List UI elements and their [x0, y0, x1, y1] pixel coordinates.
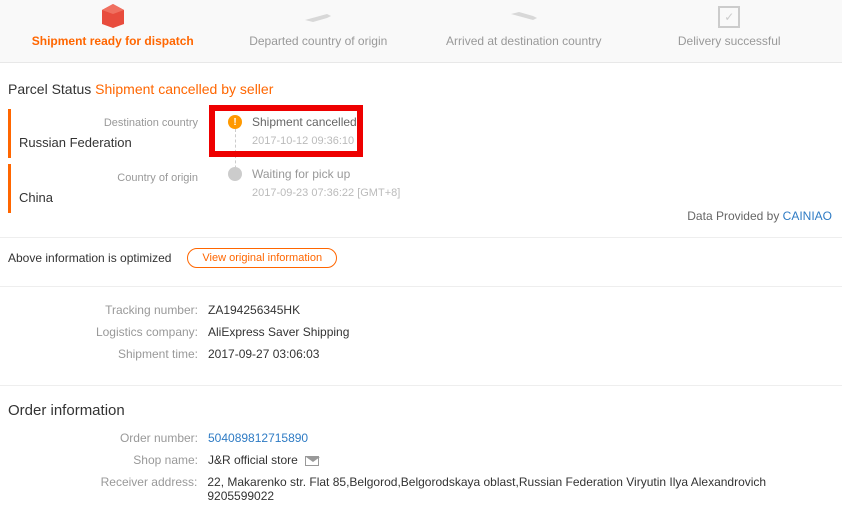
parcel-status-value: Shipment cancelled by seller — [95, 81, 273, 97]
shipment-time-value: 2017-09-27 03:06:03 — [208, 347, 319, 361]
shipment-time-label: Shipment time: — [8, 347, 208, 361]
timeline-item-cancelled: ! Shipment cancelled 2017-10-12 09:36:10 — [228, 115, 400, 147]
order-number-row: Order number: 504089812715890 — [8, 431, 834, 445]
tracking-details: Tracking number: ZA194256345HK Logistics… — [0, 287, 842, 386]
origin-label: Country of origin — [19, 172, 198, 184]
receiver-address-row: Receiver address: 22, Makarenko str. Fla… — [8, 475, 834, 503]
destination-label: Destination country — [19, 117, 198, 129]
provider-link[interactable]: CAINIAO — [783, 209, 832, 223]
package-icon — [10, 0, 216, 28]
destination-block: Destination country Russian Federation — [8, 109, 208, 158]
step-delivered: ✓ Delivery successful — [627, 0, 833, 48]
provider-text: Data Provided by — [687, 209, 782, 223]
shop-name-row: Shop name: J&R official store — [8, 453, 834, 467]
timeline-item-waiting: Waiting for pick up 2017-09-23 07:36:22 … — [228, 167, 400, 199]
optimized-row: Above information is optimized View orig… — [0, 238, 842, 287]
step-ready: Shipment ready for dispatch — [10, 0, 216, 48]
main-content: Destination country Russian Federation C… — [0, 109, 842, 238]
plane-icon — [216, 0, 422, 28]
dot-icon — [228, 167, 242, 181]
step-label: Departed country of origin — [216, 34, 422, 48]
plane-landing-icon — [421, 0, 627, 28]
countries-panel: Destination country Russian Federation C… — [8, 109, 208, 219]
logistics-company-label: Logistics company: — [8, 325, 208, 339]
parcel-status-label: Parcel Status — [8, 81, 91, 97]
logistics-company-row: Logistics company: AliExpress Saver Ship… — [8, 325, 834, 339]
step-arrived: Arrived at destination country — [421, 0, 627, 48]
timeline-date: 2017-09-23 07:36:22 [GMT+8] — [252, 187, 400, 199]
order-number-label: Order number: — [8, 431, 208, 445]
timeline: ! Shipment cancelled 2017-10-12 09:36:10… — [228, 109, 400, 219]
order-information: Order information Order number: 50408981… — [0, 386, 842, 519]
step-departed: Departed country of origin — [216, 0, 422, 48]
shipment-time-row: Shipment time: 2017-09-27 03:06:03 — [8, 347, 834, 361]
progress-steps: Shipment ready for dispatch Departed cou… — [0, 0, 842, 63]
step-label: Arrived at destination country — [421, 34, 627, 48]
receiver-address-value: 22, Makarenko str. Flat 85,Belgorod,Belg… — [207, 475, 834, 503]
order-number-link[interactable]: 504089812715890 — [208, 431, 308, 445]
tracking-number-value: ZA194256345HK — [208, 303, 300, 317]
receiver-address-label: Receiver address: — [8, 475, 207, 503]
step-label: Delivery successful — [627, 34, 833, 48]
shop-name-value: J&R official store — [208, 453, 319, 467]
destination-value: Russian Federation — [19, 135, 198, 150]
view-original-button[interactable]: View original information — [187, 248, 337, 268]
data-provider: Data Provided by CAINIAO — [677, 209, 842, 233]
check-icon: ✓ — [627, 0, 833, 28]
shop-name-text: J&R official store — [208, 453, 298, 467]
parcel-status: Parcel Status Shipment cancelled by sell… — [0, 63, 842, 109]
alert-icon: ! — [228, 115, 242, 129]
order-heading: Order information — [8, 402, 834, 419]
tracking-number-row: Tracking number: ZA194256345HK — [8, 303, 834, 317]
timeline-title: Waiting for pick up — [252, 167, 400, 181]
tracking-number-label: Tracking number: — [8, 303, 208, 317]
origin-block: Country of origin China — [8, 164, 208, 213]
timeline-date: 2017-10-12 09:36:10 — [252, 135, 400, 147]
logistics-company-value: AliExpress Saver Shipping — [208, 325, 349, 339]
step-label: Shipment ready for dispatch — [10, 34, 216, 48]
mail-icon[interactable] — [305, 456, 319, 466]
timeline-title: Shipment cancelled — [252, 115, 400, 129]
shop-name-label: Shop name: — [8, 453, 208, 467]
optimized-text: Above information is optimized — [8, 251, 171, 265]
origin-value: China — [19, 190, 198, 205]
